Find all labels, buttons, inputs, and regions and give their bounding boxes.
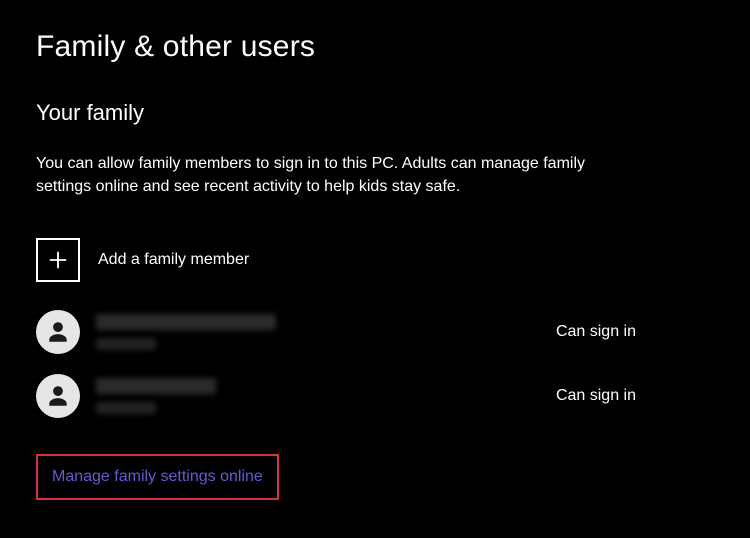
add-family-member-label: Add a family member <box>98 251 249 269</box>
family-member-info <box>96 378 540 414</box>
family-member-status: Can sign in <box>556 323 676 341</box>
add-family-member-button[interactable]: Add a family member <box>36 238 249 282</box>
user-icon <box>36 374 80 418</box>
manage-family-settings-link[interactable]: Manage family settings online <box>52 468 263 485</box>
family-member-sublabel <box>96 402 156 414</box>
family-member-sublabel <box>96 338 156 350</box>
family-member-info <box>96 314 540 350</box>
family-member-name <box>96 378 216 394</box>
family-member-row[interactable]: Can sign in <box>36 310 676 354</box>
section-description: You can allow family members to sign in … <box>36 152 596 198</box>
page-title: Family & other users <box>36 30 714 64</box>
section-title-your-family: Your family <box>36 100 714 126</box>
manage-family-settings-highlight: Manage family settings online <box>36 454 279 500</box>
family-member-name <box>96 314 276 330</box>
family-member-status: Can sign in <box>556 387 676 405</box>
family-member-row[interactable]: Can sign in <box>36 374 676 418</box>
user-icon <box>36 310 80 354</box>
plus-icon <box>36 238 80 282</box>
